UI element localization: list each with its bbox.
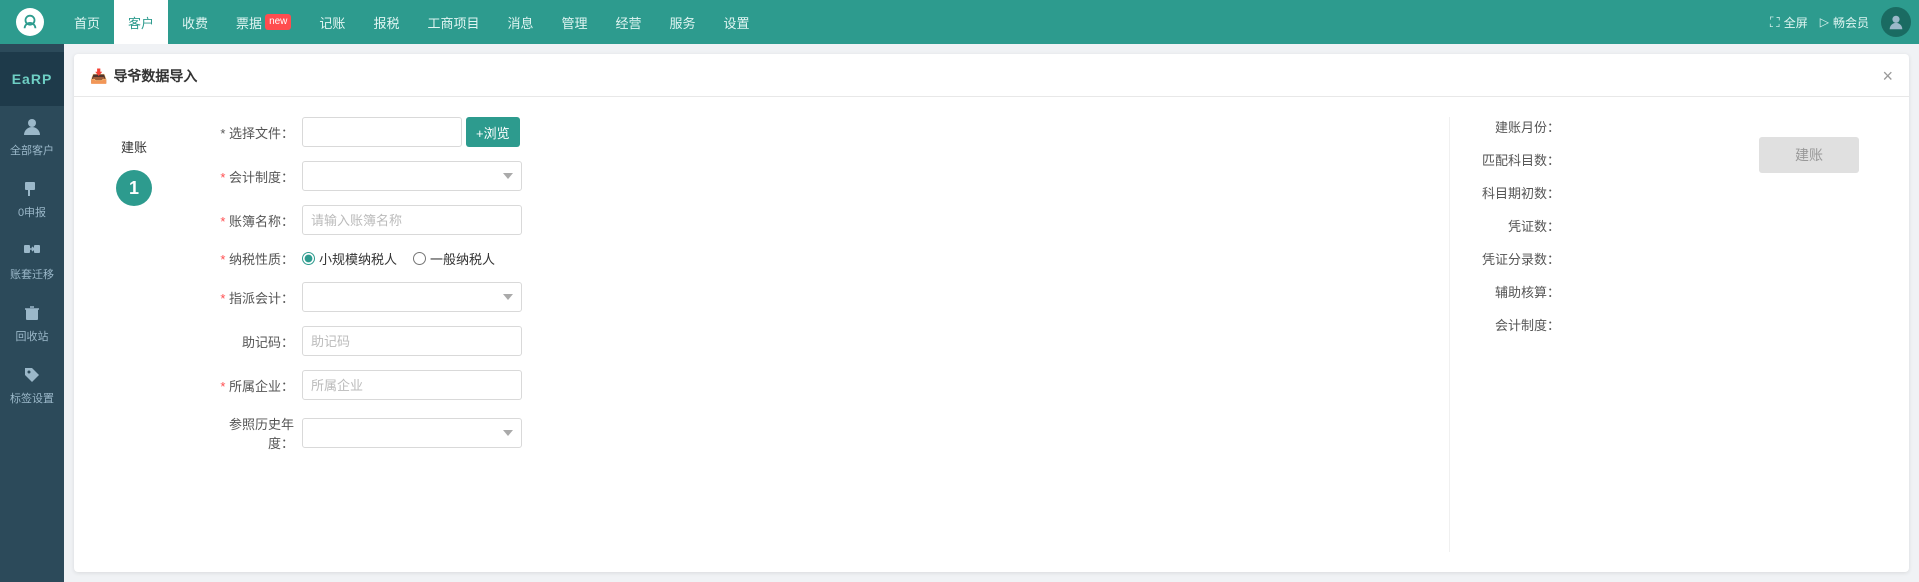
- nav-item-service[interactable]: 服务: [656, 0, 710, 44]
- sidebar-item-tag[interactable]: 标签设置: [0, 354, 64, 416]
- nav-item-manage[interactable]: 管理: [547, 0, 601, 44]
- memo-label: 助记码：: [204, 332, 294, 351]
- radio-small-input[interactable]: [302, 252, 315, 265]
- voucher-entries-label: 凭证分录数：: [1470, 249, 1560, 268]
- radio-general-input[interactable]: [413, 252, 426, 265]
- company-label: 所属企业：: [204, 376, 294, 395]
- form-row-company: 所属企业：: [204, 370, 1439, 400]
- memo-input[interactable]: [302, 326, 522, 356]
- radio-small-taxpayer[interactable]: 小规模纳税人: [302, 249, 397, 268]
- voucher-count-label: 凭证数：: [1470, 216, 1560, 235]
- subject-init-label: 科目期初数：: [1470, 183, 1560, 202]
- sidebar-item-all-customers[interactable]: 全部客户: [0, 106, 64, 168]
- nav-item-collection[interactable]: 收费: [168, 0, 222, 44]
- select-file-label: * 选择文件：: [204, 123, 294, 142]
- play-icon: ▷: [1820, 15, 1829, 29]
- migrate-icon: [21, 240, 43, 262]
- aux-accounting-label: 辅助核算：: [1470, 282, 1560, 301]
- step-circle: 1: [116, 170, 152, 206]
- file-input-group: +浏览: [302, 117, 520, 147]
- info-row-subject-init: 科目期初数：: [1470, 183, 1689, 202]
- nav-item-industrial[interactable]: 工商项目: [413, 0, 493, 44]
- person-icon: [21, 116, 43, 138]
- file-input[interactable]: [302, 117, 462, 147]
- sidebar-item-migration[interactable]: 账套迁移: [0, 230, 64, 292]
- info-accounting-system-label: 会计制度：: [1470, 315, 1560, 334]
- tax-type-label: 纳税性质：: [204, 249, 294, 268]
- step-label: 建账: [121, 137, 147, 156]
- info-row-aux-accounting: 辅助核算：: [1470, 282, 1689, 301]
- vip-btn[interactable]: ▷ 畅会员: [1820, 14, 1869, 31]
- assign-accountant-label: 指派会计：: [204, 288, 294, 307]
- nav-item-tax[interactable]: 报税: [359, 0, 413, 44]
- flag-icon: [21, 178, 43, 200]
- dialog-header: 📥 导爷数据导入 ×: [74, 54, 1909, 97]
- avatar[interactable]: [1881, 7, 1911, 37]
- build-btn-area: 建账: [1709, 117, 1909, 552]
- fullscreen-icon: ⛶: [1770, 14, 1780, 31]
- sidebar-brand: EaRP: [0, 52, 64, 106]
- browse-button[interactable]: +浏览: [466, 117, 520, 147]
- nav-item-customer[interactable]: 客户: [114, 0, 168, 44]
- nav-items: 首页 客户 收费 票据 new 记账 报税 工商项目 消息 管理 经营 服务 设…: [60, 0, 1770, 44]
- trash-icon: [21, 302, 43, 324]
- right-section: 建账月份： 匹配科目数： 科目期初数： 凭证数：: [1449, 117, 1909, 552]
- assign-accountant-select[interactable]: [302, 282, 522, 312]
- close-button[interactable]: ×: [1882, 67, 1893, 85]
- radio-general-taxpayer[interactable]: 一般纳税人: [413, 249, 495, 268]
- nav-item-account[interactable]: 记账: [305, 0, 359, 44]
- info-row-voucher-count: 凭证数：: [1470, 216, 1689, 235]
- tag-icon: [21, 364, 43, 386]
- logo-icon: [16, 8, 44, 36]
- info-row-match-subject: 匹配科目数：: [1470, 150, 1689, 169]
- nav-item-operation[interactable]: 经营: [602, 0, 656, 44]
- accounting-system-label: 会计制度：: [204, 167, 294, 186]
- sidebar-item-declaration[interactable]: 0申报: [0, 168, 64, 230]
- form-row-history-year: 参照历史年度：: [204, 414, 1439, 452]
- info-row-accounting-system: 会计制度：: [1470, 315, 1689, 334]
- form-row-memo: 助记码：: [204, 326, 1439, 356]
- nav-item-invoice[interactable]: 票据 new: [222, 0, 305, 44]
- invoice-badge: new: [265, 14, 291, 30]
- account-name-label: 账簿名称：: [204, 211, 294, 230]
- tax-type-radio-group: 小规模纳税人 一般纳税人: [302, 249, 495, 268]
- nav-right: ⛶ 全屏 ▷ 畅会员: [1770, 7, 1911, 37]
- form-row-file: * 选择文件： +浏览: [204, 117, 1439, 147]
- build-month-label: 建账月份：: [1470, 117, 1560, 136]
- form-row-accountant: 指派会计：: [204, 282, 1439, 312]
- build-button[interactable]: 建账: [1759, 137, 1859, 173]
- sidebar-item-trash[interactable]: 回收站: [0, 292, 64, 354]
- sidebar: EaRP 全部客户 0申报: [0, 44, 64, 582]
- step-side: 建账 1: [74, 117, 194, 552]
- dialog-title: 📥 导爷数据导入: [90, 66, 197, 86]
- form-row-account-name: 账簿名称：: [204, 205, 1439, 235]
- match-subject-label: 匹配科目数：: [1470, 150, 1560, 169]
- logo: [8, 0, 52, 44]
- top-nav: 首页 客户 收费 票据 new 记账 报税 工商项目 消息 管理 经营 服务 设…: [0, 0, 1919, 44]
- dialog-card: 📥 导爷数据导入 × 建账 1 * 选择文件：: [74, 54, 1909, 572]
- form-section: * 选择文件： +浏览 会计制度：: [194, 117, 1449, 552]
- accounting-system-select[interactable]: [302, 161, 522, 191]
- nav-item-message[interactable]: 消息: [493, 0, 547, 44]
- form-row-tax-type: 纳税性质： 小规模纳税人 一般纳税人: [204, 249, 1439, 268]
- content-area: 📥 导爷数据导入 × 建账 1 * 选择文件：: [64, 44, 1919, 582]
- fullscreen-btn[interactable]: ⛶ 全屏: [1770, 14, 1808, 31]
- history-year-label: 参照历史年度：: [204, 414, 294, 452]
- info-row-voucher-entries: 凭证分录数：: [1470, 249, 1689, 268]
- nav-item-settings[interactable]: 设置: [710, 0, 764, 44]
- nav-item-home[interactable]: 首页: [60, 0, 114, 44]
- import-icon: 📥: [90, 68, 107, 85]
- info-row-build-month: 建账月份：: [1470, 117, 1689, 136]
- company-input[interactable]: [302, 370, 522, 400]
- form-row-accounting-system: 会计制度：: [204, 161, 1439, 191]
- main-layout: EaRP 全部客户 0申报: [0, 44, 1919, 582]
- account-name-input[interactable]: [302, 205, 522, 235]
- dialog-body: 建账 1 * 选择文件： +浏览: [74, 97, 1909, 572]
- info-section: 建账月份： 匹配科目数： 科目期初数： 凭证数：: [1449, 117, 1709, 552]
- history-year-select[interactable]: [302, 418, 522, 448]
